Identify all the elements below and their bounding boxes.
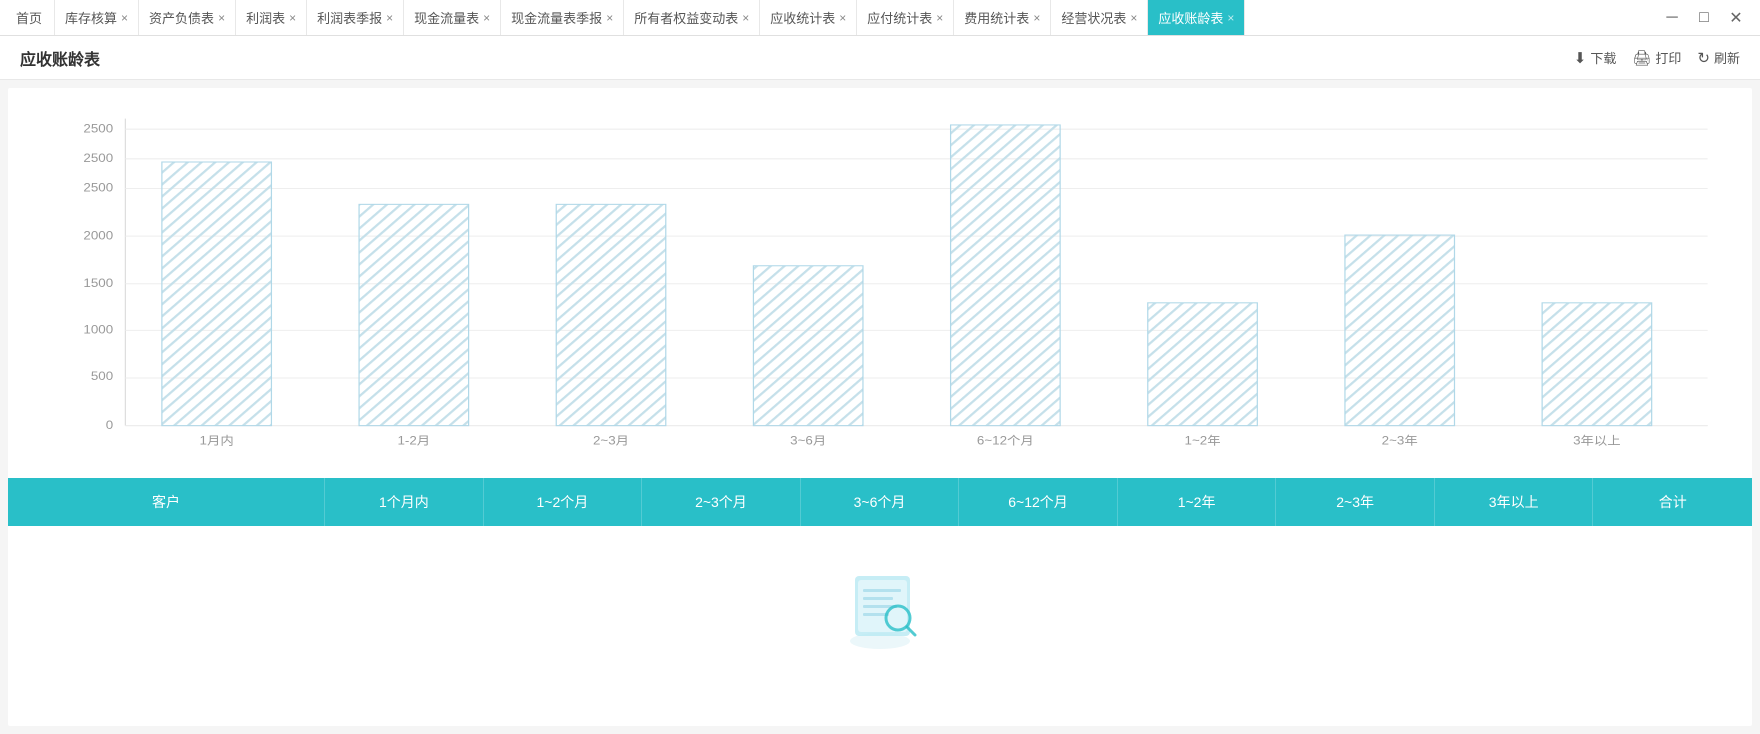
tab-close-ar-aging[interactable]: × xyxy=(1227,11,1234,25)
tab-close-expense-stat[interactable]: × xyxy=(1033,11,1040,25)
tab-equity[interactable]: 所有者权益变动表 × xyxy=(624,0,760,36)
bar-6-12月 xyxy=(951,125,1061,426)
bar-2-3月 xyxy=(556,204,666,425)
tab-close-cashflow-quarter[interactable]: × xyxy=(606,11,613,25)
table-header: 客户 1个月内 1~2个月 2~3个月 3~6个月 6~12个月 1~2年 2~… xyxy=(8,478,1752,526)
svg-text:1-2月: 1-2月 xyxy=(397,434,430,447)
tab-ops[interactable]: 经营状况表 × xyxy=(1051,0,1148,36)
col-3-6month: 3~6个月 xyxy=(801,478,960,526)
page-header: 应收账龄表 ⬇ 下载 🖨 打印 ↻ 刷新 xyxy=(0,36,1760,80)
tab-expense-stat[interactable]: 费用统计表 × xyxy=(954,0,1051,36)
window-actions: ─ □ ✕ xyxy=(1658,4,1756,32)
print-icon: 🖨 xyxy=(1632,49,1651,67)
col-1month: 1个月内 xyxy=(325,478,484,526)
col-1-2year: 1~2年 xyxy=(1118,478,1277,526)
svg-text:1~2年: 1~2年 xyxy=(1185,434,1221,447)
svg-text:2500: 2500 xyxy=(83,152,113,165)
col-2-3month: 2~3个月 xyxy=(642,478,801,526)
svg-text:2500: 2500 xyxy=(83,122,113,135)
tab-close-profit[interactable]: × xyxy=(289,11,296,25)
header-actions: ⬇ 下载 🖨 打印 ↻ 刷新 xyxy=(1574,48,1740,67)
tab-close-ops[interactable]: × xyxy=(1130,11,1137,25)
tab-close-ap-stat[interactable]: × xyxy=(936,11,943,25)
svg-text:3~6月: 3~6月 xyxy=(790,434,826,447)
svg-text:500: 500 xyxy=(91,370,113,383)
tab-close-profit-quarter[interactable]: × xyxy=(386,11,393,25)
bar-1-2年 xyxy=(1148,303,1258,426)
tab-close-balance[interactable]: × xyxy=(218,11,225,25)
col-3plus-year: 3年以上 xyxy=(1435,478,1594,526)
tab-profit-quarter[interactable]: 利润表季报 × xyxy=(307,0,404,36)
chart-area: 0 500 1000 1500 2000 2500 2500 2500 xyxy=(8,88,1752,478)
svg-text:6~12个月: 6~12个月 xyxy=(977,434,1034,447)
refresh-icon: ↻ xyxy=(1697,49,1710,67)
tab-close-equity[interactable]: × xyxy=(742,11,749,25)
svg-text:0: 0 xyxy=(106,419,113,432)
col-total: 合计 xyxy=(1593,478,1752,526)
col-2-3year: 2~3年 xyxy=(1276,478,1435,526)
tab-inventory[interactable]: 库存核算 × xyxy=(55,0,139,36)
minimize-button[interactable]: ─ xyxy=(1658,4,1686,32)
empty-state xyxy=(8,526,1752,726)
svg-text:2~3年: 2~3年 xyxy=(1382,434,1418,447)
tab-bar: 首页 库存核算 × 资产负债表 × 利润表 × 利润表季报 × 现金流量表 × … xyxy=(0,0,1760,36)
tab-close-inventory[interactable]: × xyxy=(121,11,128,25)
maximize-button[interactable]: □ xyxy=(1690,4,1718,32)
svg-text:1000: 1000 xyxy=(83,323,113,336)
svg-text:1月内: 1月内 xyxy=(200,434,234,447)
bar-1-2月 xyxy=(359,204,469,425)
main-content: 0 500 1000 1500 2000 2500 2500 2500 xyxy=(8,88,1752,726)
print-button[interactable]: 🖨 打印 xyxy=(1632,48,1681,67)
close-button[interactable]: ✕ xyxy=(1722,4,1750,32)
svg-text:3年以上: 3年以上 xyxy=(1573,434,1621,447)
svg-text:2000: 2000 xyxy=(83,229,113,242)
tab-ar-stat[interactable]: 应收统计表 × xyxy=(760,0,857,36)
tab-cashflow[interactable]: 现金流量表 × xyxy=(404,0,501,36)
empty-illustration xyxy=(830,556,930,656)
bar-chart: 0 500 1000 1500 2000 2500 2500 2500 xyxy=(28,108,1732,468)
bar-3年以上 xyxy=(1542,303,1652,426)
col-1-2month: 1~2个月 xyxy=(484,478,643,526)
svg-text:1500: 1500 xyxy=(83,277,113,290)
tab-home[interactable]: 首页 xyxy=(4,0,55,36)
refresh-button[interactable]: ↻ 刷新 xyxy=(1697,48,1740,67)
tab-close-ar-stat[interactable]: × xyxy=(839,11,846,25)
tab-close-cashflow[interactable]: × xyxy=(483,11,490,25)
col-6-12month: 6~12个月 xyxy=(959,478,1118,526)
tab-ar-aging[interactable]: 应收账龄表 × xyxy=(1148,0,1245,36)
bar-1月内 xyxy=(162,162,272,426)
col-customer: 客户 xyxy=(8,478,325,526)
bar-2-3年 xyxy=(1345,235,1455,426)
download-icon: ⬇ xyxy=(1574,49,1587,67)
bar-3-6月 xyxy=(753,266,863,426)
tab-profit[interactable]: 利润表 × xyxy=(236,0,307,36)
svg-text:2500: 2500 xyxy=(83,181,113,194)
download-button[interactable]: ⬇ 下载 xyxy=(1574,48,1617,67)
tab-ap-stat[interactable]: 应付统计表 × xyxy=(857,0,954,36)
svg-text:2~3月: 2~3月 xyxy=(593,434,629,447)
tab-balance[interactable]: 资产负债表 × xyxy=(139,0,236,36)
tab-cashflow-quarter[interactable]: 现金流量表季报 × xyxy=(501,0,624,36)
page-title: 应收账龄表 xyxy=(20,46,100,70)
